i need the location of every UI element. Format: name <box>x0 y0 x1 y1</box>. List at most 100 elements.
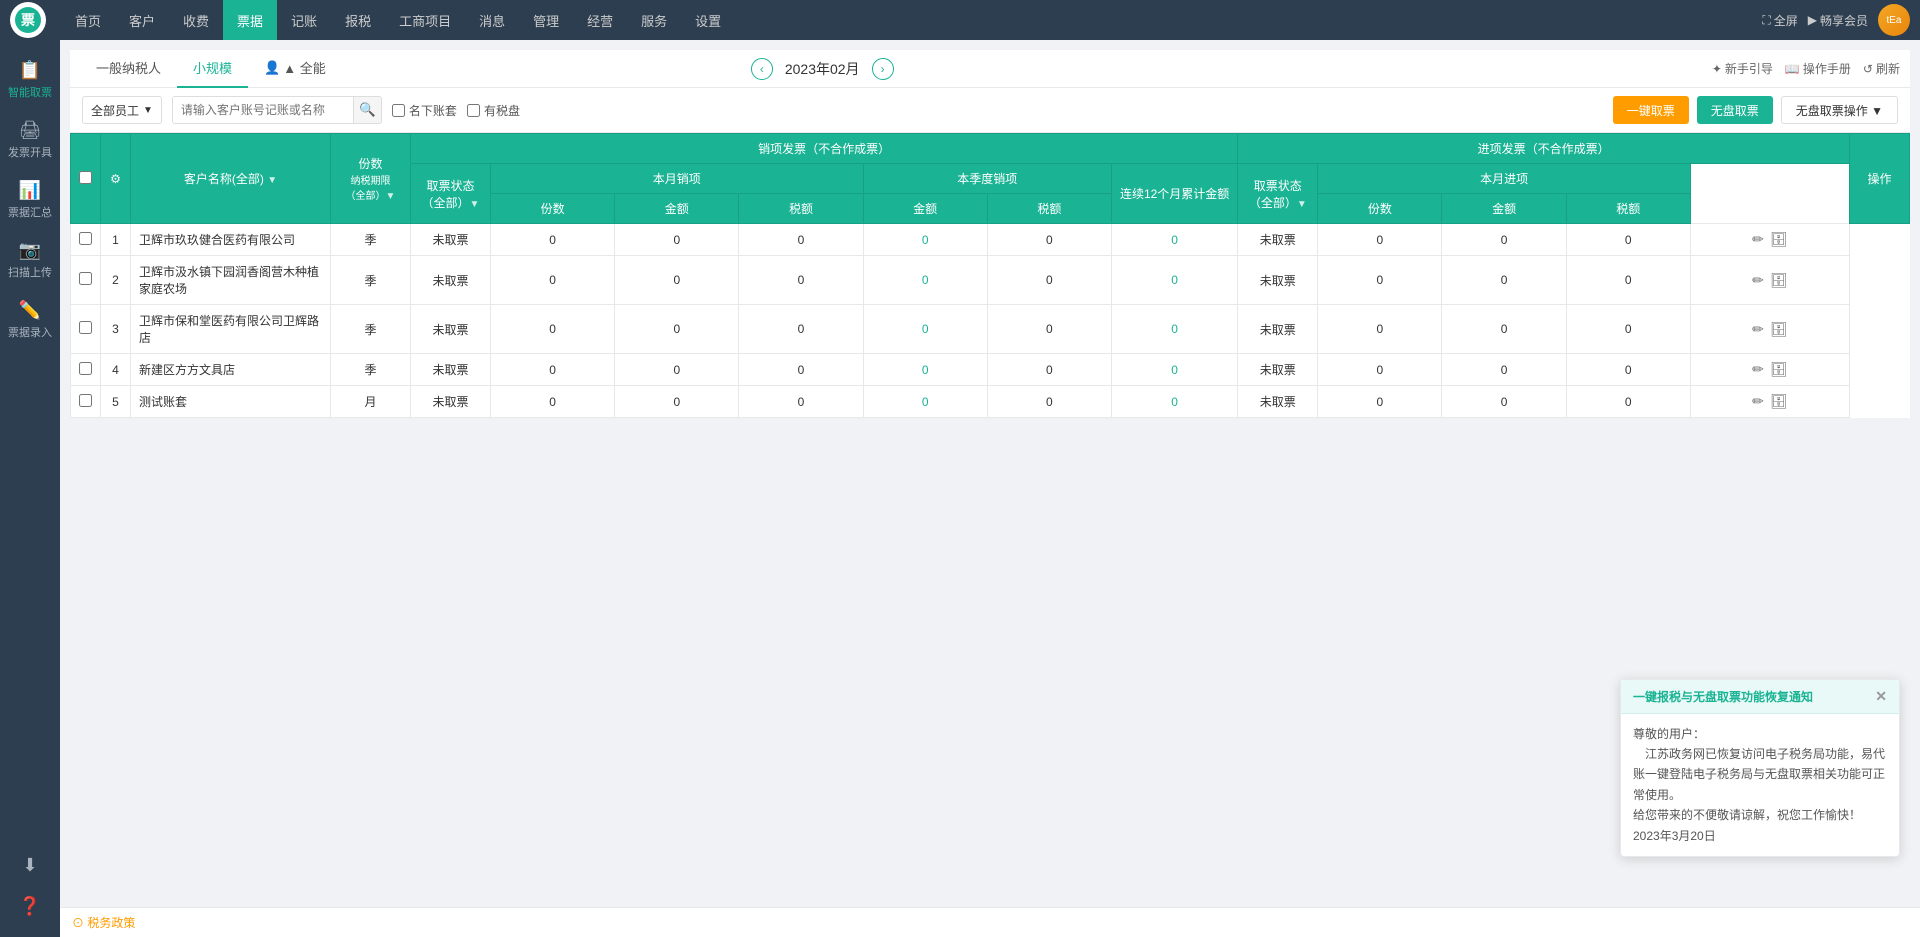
row-select-checkbox[interactable] <box>79 232 92 245</box>
toolbar: 全部员工 ▼ 🔍 名下账套 有税盘 一键取票 无盘取票 无盘取票操作 ▼ <box>70 88 1910 133</box>
th-operations: 操作 <box>1850 134 1910 224</box>
sub-nav-right-actions: ✦ 新手引导 📖 操作手册 ↺ 刷新 <box>1712 60 1900 77</box>
row-sales-monthly-amount: 0 <box>615 256 739 305</box>
row-index: 3 <box>101 305 131 354</box>
nav-settings[interactable]: 设置 <box>681 0 735 40</box>
nav-fee[interactable]: 收费 <box>169 0 223 40</box>
prev-month-button[interactable]: ‹ <box>751 58 773 80</box>
nav-business[interactable]: 工商项目 <box>385 0 465 40</box>
row-checkbox <box>71 354 101 386</box>
row-sales-monthly-tax: 0 <box>739 256 863 305</box>
nav-client[interactable]: 客户 <box>115 0 169 40</box>
th-cumulative-12m: 连续12个月累计金额 <box>1111 164 1237 224</box>
row-sales-monthly-amount: 0 <box>615 305 739 354</box>
invoice-table-container: ⚙ 客户名称(全部) ▼ 份数 纳税期限 （全部）▼ 销项发票（不合作成票） <box>70 133 1910 418</box>
sidebar-download[interactable]: ⬇ <box>0 845 60 886</box>
fullscreen-button[interactable]: ⛶ 全屏 <box>1762 12 1797 29</box>
row-sales-quarterly-tax: 0 <box>987 354 1111 386</box>
sidebar-item-issue-invoice[interactable]: 🖨 发票开具 <box>0 110 60 170</box>
row-select-checkbox[interactable] <box>79 394 92 407</box>
settings-icon[interactable]: ⚙ <box>110 172 121 186</box>
select-all-checkbox[interactable] <box>79 171 92 184</box>
nav-invoice[interactable]: 票据 <box>223 0 277 40</box>
search-input[interactable] <box>173 97 353 123</box>
manual-button[interactable]: 📖 操作手册 <box>1785 60 1851 77</box>
edit-icon[interactable]: ✏ <box>1752 361 1764 378</box>
sidebar-item-smart-ticket[interactable]: 📋 智能取票 <box>0 50 60 110</box>
th-sales-quarterly-amount: 金额 <box>863 194 987 224</box>
no-disk-ops-button[interactable]: 无盘取票操作 ▼ <box>1781 96 1898 124</box>
th-sales-monthly-amount: 金额 <box>615 194 739 224</box>
next-month-button[interactable]: › <box>872 58 894 80</box>
view-icon[interactable]: 🗄 <box>1770 231 1788 248</box>
client-filter-icon[interactable]: ▼ <box>267 175 277 186</box>
edit-icon[interactable]: ✏ <box>1752 231 1764 248</box>
th-monthly-sales: 本月销项 <box>491 164 864 194</box>
edit-icon[interactable]: ✏ <box>1752 272 1764 289</box>
tax-period-filter-icon[interactable]: ▼ <box>386 191 396 202</box>
refresh-button[interactable]: ↺ 刷新 <box>1863 60 1900 77</box>
edit-icon[interactable]: ✏ <box>1752 321 1764 338</box>
row-sales-monthly-tax: 0 <box>739 354 863 386</box>
no-disk-ticket-button[interactable]: 无盘取票 <box>1697 96 1773 124</box>
row-client: 卫辉市汲水镇下园润香阁营木种植家庭农场 <box>131 256 331 305</box>
row-select-checkbox[interactable] <box>79 362 92 375</box>
row-purchase-status: 未取票 <box>1238 354 1318 386</box>
sidebar-item-label: 票据录入 <box>8 324 52 340</box>
tab-general-taxpayer[interactable]: 一般纳税人 <box>80 50 177 88</box>
notification-close-button[interactable]: ✕ <box>1875 688 1887 705</box>
nav-operation[interactable]: 经营 <box>573 0 627 40</box>
tax-policy-link[interactable]: ⊙ 税务政策 <box>72 914 135 931</box>
checkbox-under-account[interactable]: 名下账套 <box>392 102 457 119</box>
th-monthly-purchase: 本月进项 <box>1318 164 1691 194</box>
nav-home[interactable]: 首页 <box>61 0 115 40</box>
th-quarterly-sales: 本季度销项 <box>863 164 1111 194</box>
one-key-ticket-button[interactable]: 一键取票 <box>1613 96 1689 124</box>
member-button[interactable]: ▶ 畅享会员 <box>1808 12 1868 29</box>
row-sales-monthly-tax: 0 <box>739 386 863 418</box>
view-icon[interactable]: 🗄 <box>1770 272 1788 289</box>
table-row: 3 卫辉市保和堂医药有限公司卫辉路店 季 未取票 0 0 0 0 0 0 未取票… <box>71 305 1910 354</box>
has-disk-checkbox[interactable] <box>467 104 480 117</box>
sidebar-item-invoice-entry[interactable]: ✏️ 票据录入 <box>0 290 60 350</box>
new-guide-button[interactable]: ✦ 新手引导 <box>1712 60 1773 77</box>
month-navigation: ‹ 2023年02月 › <box>751 58 894 80</box>
view-icon[interactable]: 🗄 <box>1770 361 1788 378</box>
row-select-checkbox[interactable] <box>79 321 92 334</box>
sidebar-item-scan-upload[interactable]: 📷 扫描上传 <box>0 230 60 290</box>
employee-select[interactable]: 全部员工 ▼ <box>82 96 162 124</box>
sidebar-help[interactable]: ❓ <box>0 886 60 927</box>
nav-message[interactable]: 消息 <box>465 0 519 40</box>
sidebar-item-invoice-summary[interactable]: 📊 票据汇总 <box>0 170 60 230</box>
under-account-checkbox[interactable] <box>392 104 405 117</box>
notification-body: 尊敬的用户： 江苏政务网已恢复访问电子税务局功能，易代账一键登陆电子税务局与无盘… <box>1621 714 1899 856</box>
view-icon[interactable]: 🗄 <box>1770 321 1788 338</box>
nav-manage[interactable]: 管理 <box>519 0 573 40</box>
row-tax-period: 季 <box>331 224 411 256</box>
tab-small-scale[interactable]: 小规模 <box>177 50 248 88</box>
row-select-checkbox[interactable] <box>79 272 92 285</box>
notification-header: 一键报税与无盘取票功能恢复通知 ✕ <box>1621 680 1899 714</box>
nav-tax[interactable]: 报税 <box>331 0 385 40</box>
edit-icon[interactable]: ✏ <box>1752 393 1764 410</box>
row-tax-period: 月 <box>331 386 411 418</box>
invoice-table: ⚙ 客户名称(全部) ▼ 份数 纳税期限 （全部）▼ 销项发票（不合作成票） <box>70 133 1910 418</box>
row-sales-quarterly-tax: 0 <box>987 305 1111 354</box>
nav-items: 首页 客户 收费 票据 记账 报税 工商项目 消息 管理 经营 服务 设置 <box>61 0 1762 40</box>
sub-navigation: 一般纳税人 小规模 👤 ▲ 全能 ‹ 2023年02月 › ✦ 新手引导 📖 操… <box>70 50 1910 88</box>
purchase-status-filter-icon[interactable]: ▼ <box>1297 199 1307 210</box>
user-avatar[interactable]: tEa <box>1878 4 1910 36</box>
row-purchase-monthly-tax: 0 <box>1566 224 1690 256</box>
row-sales-monthly-count: 0 <box>491 354 615 386</box>
nav-accounting[interactable]: 记账 <box>277 0 331 40</box>
sales-status-filter-icon[interactable]: ▼ <box>470 199 480 210</box>
nav-service[interactable]: 服务 <box>627 0 681 40</box>
checkbox-has-disk[interactable]: 有税盘 <box>467 102 520 119</box>
th-purchase-monthly-tax: 税额 <box>1566 194 1690 224</box>
view-icon[interactable]: 🗄 <box>1770 393 1788 410</box>
row-actions: ✏ 🗄 <box>1690 354 1849 386</box>
row-purchase-status: 未取票 <box>1238 305 1318 354</box>
svg-text:票: 票 <box>21 12 35 28</box>
search-button[interactable]: 🔍 <box>353 96 381 124</box>
tab-all-in-one[interactable]: 👤 ▲ 全能 <box>248 50 342 88</box>
